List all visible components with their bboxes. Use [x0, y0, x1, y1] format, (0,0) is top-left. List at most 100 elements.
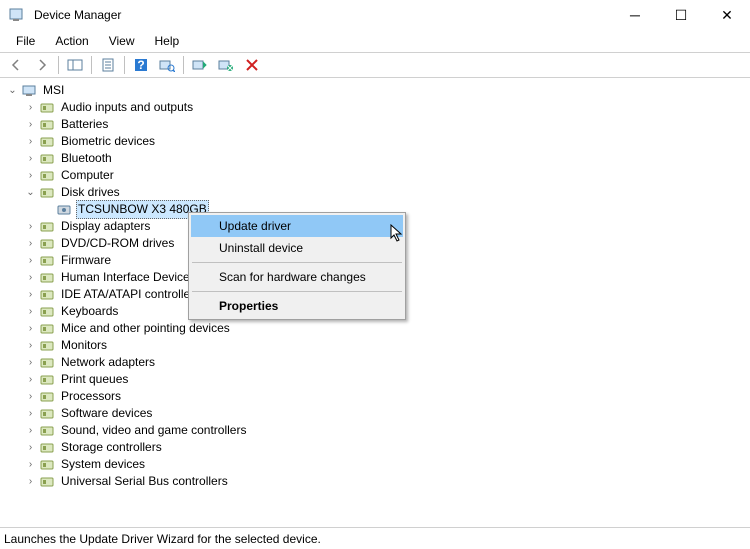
tree-category[interactable]: › Biometric devices — [2, 133, 748, 150]
expand-icon[interactable]: › — [24, 458, 37, 471]
category-icon — [39, 372, 55, 388]
category-icon — [39, 185, 55, 201]
category-label: DVD/CD-ROM drives — [59, 235, 176, 252]
collapse-icon[interactable]: ⌄ — [6, 84, 19, 97]
tree-category[interactable]: › Batteries — [2, 116, 748, 133]
close-button[interactable]: ✕ — [704, 0, 750, 30]
show-hide-console-button[interactable] — [63, 54, 87, 76]
expand-icon[interactable]: › — [24, 101, 37, 114]
category-label: Print queues — [59, 371, 130, 388]
expand-icon[interactable]: › — [24, 169, 37, 182]
category-icon — [39, 100, 55, 116]
app-icon — [8, 7, 24, 23]
expand-icon[interactable]: › — [24, 407, 37, 420]
expand-icon[interactable]: › — [24, 288, 37, 301]
category-label: Display adapters — [59, 218, 152, 235]
expand-icon[interactable]: › — [24, 237, 37, 250]
tree-category[interactable]: › Computer — [2, 167, 748, 184]
expand-icon[interactable]: › — [24, 441, 37, 454]
category-label: Computer — [59, 167, 116, 184]
category-icon — [39, 304, 55, 320]
tree-category[interactable]: › Monitors — [2, 337, 748, 354]
expand-icon[interactable]: › — [24, 254, 37, 267]
tree-root[interactable]: ⌄ MSI — [2, 82, 748, 99]
menu-view[interactable]: View — [101, 32, 143, 50]
toolbar-separator — [124, 56, 125, 74]
expand-icon[interactable]: › — [24, 424, 37, 437]
category-icon — [39, 338, 55, 354]
tree-category[interactable]: ›Mice and other pointing devices — [2, 320, 748, 337]
menu-action[interactable]: Action — [47, 32, 96, 50]
expand-icon[interactable]: › — [24, 322, 37, 335]
ctx-separator — [192, 291, 402, 292]
expand-icon[interactable]: › — [24, 373, 37, 386]
expand-icon[interactable]: › — [24, 220, 37, 233]
tree-category[interactable]: ›Processors — [2, 388, 748, 405]
category-label: Universal Serial Bus controllers — [59, 473, 230, 490]
expand-icon[interactable]: › — [24, 135, 37, 148]
category-icon — [39, 117, 55, 133]
tree-category[interactable]: ⌄ Disk drives — [2, 184, 748, 201]
minimize-button[interactable]: ─ — [612, 0, 658, 30]
expand-icon[interactable]: › — [24, 305, 37, 318]
back-button[interactable] — [4, 54, 28, 76]
expand-icon[interactable]: › — [24, 339, 37, 352]
expand-icon[interactable]: › — [24, 152, 37, 165]
expand-icon[interactable]: › — [24, 118, 37, 131]
disable-device-button[interactable] — [240, 54, 264, 76]
ctx-separator — [192, 262, 402, 263]
help-button[interactable]: ? — [129, 54, 153, 76]
category-label: Human Interface Device — [59, 269, 192, 286]
category-icon — [39, 134, 55, 150]
tree-category[interactable]: › Network adapters — [2, 354, 748, 371]
category-label: Bluetooth — [59, 150, 114, 167]
category-icon — [39, 287, 55, 303]
svg-text:?: ? — [137, 58, 144, 72]
toolbar-separator — [91, 56, 92, 74]
category-icon — [39, 168, 55, 184]
tree-category[interactable]: › Print queues — [2, 371, 748, 388]
scan-hardware-button[interactable] — [155, 54, 179, 76]
tree-category[interactable]: ›Audio inputs and outputs — [2, 99, 748, 116]
ctx-scan-hardware[interactable]: Scan for hardware changes — [191, 266, 403, 288]
menu-file[interactable]: File — [8, 32, 43, 50]
forward-button[interactable] — [30, 54, 54, 76]
category-icon — [39, 457, 55, 473]
category-icon — [39, 270, 55, 286]
category-label: Software devices — [59, 405, 154, 422]
category-label: Network adapters — [59, 354, 157, 371]
menu-help[interactable]: Help — [147, 32, 188, 50]
expand-icon[interactable]: › — [24, 271, 37, 284]
collapse-icon[interactable]: ⌄ — [24, 186, 37, 199]
context-menu: Update driver Uninstall device Scan for … — [188, 212, 406, 320]
category-label: IDE ATA/ATAPI controlle — [59, 286, 192, 303]
category-label: Batteries — [59, 116, 110, 133]
expand-icon[interactable]: › — [24, 356, 37, 369]
category-label: Biometric devices — [59, 133, 157, 150]
tree-category[interactable]: › Software devices — [2, 405, 748, 422]
status-text: Launches the Update Driver Wizard for th… — [4, 532, 321, 546]
properties-button[interactable] — [96, 54, 120, 76]
tree-category[interactable]: › Storage controllers — [2, 439, 748, 456]
menubar: File Action View Help — [0, 30, 750, 52]
category-label: Disk drives — [59, 184, 122, 201]
category-icon — [39, 151, 55, 167]
update-driver-button[interactable] — [188, 54, 212, 76]
ctx-properties[interactable]: Properties — [191, 295, 403, 317]
tree-category[interactable]: ›System devices — [2, 456, 748, 473]
disk-icon — [56, 202, 72, 218]
maximize-button[interactable]: ☐ — [658, 0, 704, 30]
uninstall-device-button[interactable] — [214, 54, 238, 76]
ctx-update-driver[interactable]: Update driver — [191, 215, 403, 237]
tree-category[interactable]: ›Sound, video and game controllers — [2, 422, 748, 439]
tree-category[interactable]: › Universal Serial Bus controllers — [2, 473, 748, 490]
ctx-uninstall-device[interactable]: Uninstall device — [191, 237, 403, 259]
toolbar-separator — [58, 56, 59, 74]
category-icon — [39, 406, 55, 422]
category-label: Monitors — [59, 337, 109, 354]
tree-category[interactable]: › Bluetooth — [2, 150, 748, 167]
category-label: Storage controllers — [59, 439, 164, 456]
titlebar: Device Manager ─ ☐ ✕ — [0, 0, 750, 30]
expand-icon[interactable]: › — [24, 475, 37, 488]
expand-icon[interactable]: › — [24, 390, 37, 403]
